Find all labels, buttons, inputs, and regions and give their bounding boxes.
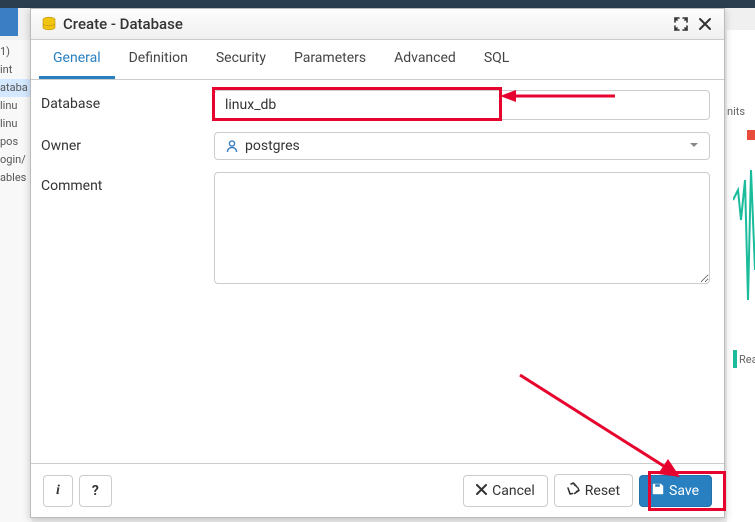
- comment-textarea[interactable]: [214, 172, 710, 284]
- owner-value: postgres: [245, 138, 300, 154]
- database-icon: [41, 16, 57, 32]
- tab-definition[interactable]: Definition: [115, 40, 202, 79]
- tab-sql[interactable]: SQL: [470, 40, 523, 79]
- bg-top-bar: [0, 0, 755, 8]
- dialog-header: Create - Database: [31, 9, 724, 40]
- label-owner: Owner: [39, 132, 204, 160]
- dialog-footer: i ? Cancel Reset Save: [31, 463, 724, 517]
- help-button[interactable]: ?: [79, 475, 112, 507]
- row-owner: Owner postgres: [39, 132, 710, 160]
- create-database-dialog: Create - Database General Definition Sec…: [30, 8, 725, 518]
- tabs: General Definition Security Parameters A…: [31, 40, 724, 80]
- tab-general[interactable]: General: [39, 40, 115, 79]
- row-database: Database: [39, 90, 710, 120]
- dialog-title: Create - Database: [63, 15, 666, 33]
- label-database: Database: [39, 90, 204, 118]
- save-icon: [652, 483, 664, 499]
- chevron-down-icon: [689, 138, 699, 154]
- reset-button[interactable]: Reset: [554, 474, 633, 507]
- cancel-button[interactable]: Cancel: [463, 475, 548, 507]
- maximize-button[interactable]: [672, 15, 690, 33]
- owner-select[interactable]: postgres: [214, 132, 710, 160]
- bg-left-brand: [0, 8, 18, 36]
- user-icon: [225, 139, 239, 153]
- row-comment: Comment: [39, 172, 710, 288]
- tab-parameters[interactable]: Parameters: [280, 40, 380, 79]
- info-button[interactable]: i: [43, 475, 73, 507]
- close-button[interactable]: [696, 15, 714, 33]
- label-comment: Comment: [39, 172, 204, 200]
- tab-security[interactable]: Security: [202, 40, 280, 79]
- recycle-icon: [567, 482, 580, 499]
- bg-right-partial: nits Rea: [727, 30, 755, 522]
- save-button[interactable]: Save: [639, 475, 712, 507]
- tab-advanced[interactable]: Advanced: [380, 40, 470, 79]
- close-icon: [476, 483, 487, 499]
- bg-tree-partial: 1) int ataba linu linu pos ogin/ ables: [0, 40, 32, 522]
- form-body: Database Owner postgres: [31, 80, 724, 463]
- database-name-input[interactable]: [214, 90, 710, 120]
- bg-legend-partial: Rea: [733, 350, 755, 368]
